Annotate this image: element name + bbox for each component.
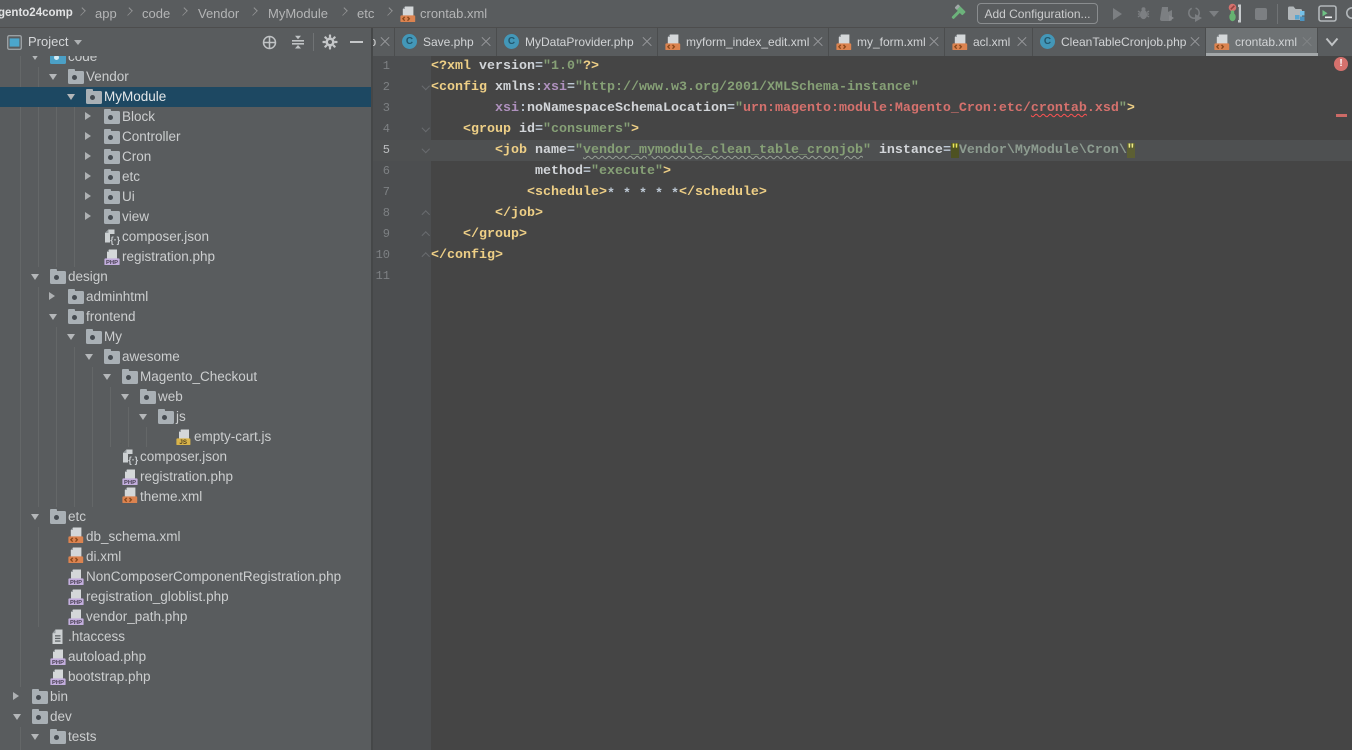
svg-text:{·}: {·} (110, 235, 120, 245)
svg-text:JS: JS (179, 439, 187, 445)
svg-text:PHP: PHP (52, 660, 64, 665)
svg-text:PHP: PHP (70, 620, 82, 625)
svg-text:PHP: PHP (124, 480, 136, 485)
svg-text:{·}: {·} (128, 455, 138, 465)
svg-text:PHP: PHP (70, 600, 82, 605)
svg-text:PHP: PHP (106, 260, 118, 265)
svg-text:PHP: PHP (52, 680, 64, 685)
svg-text:PHP: PHP (70, 580, 82, 585)
